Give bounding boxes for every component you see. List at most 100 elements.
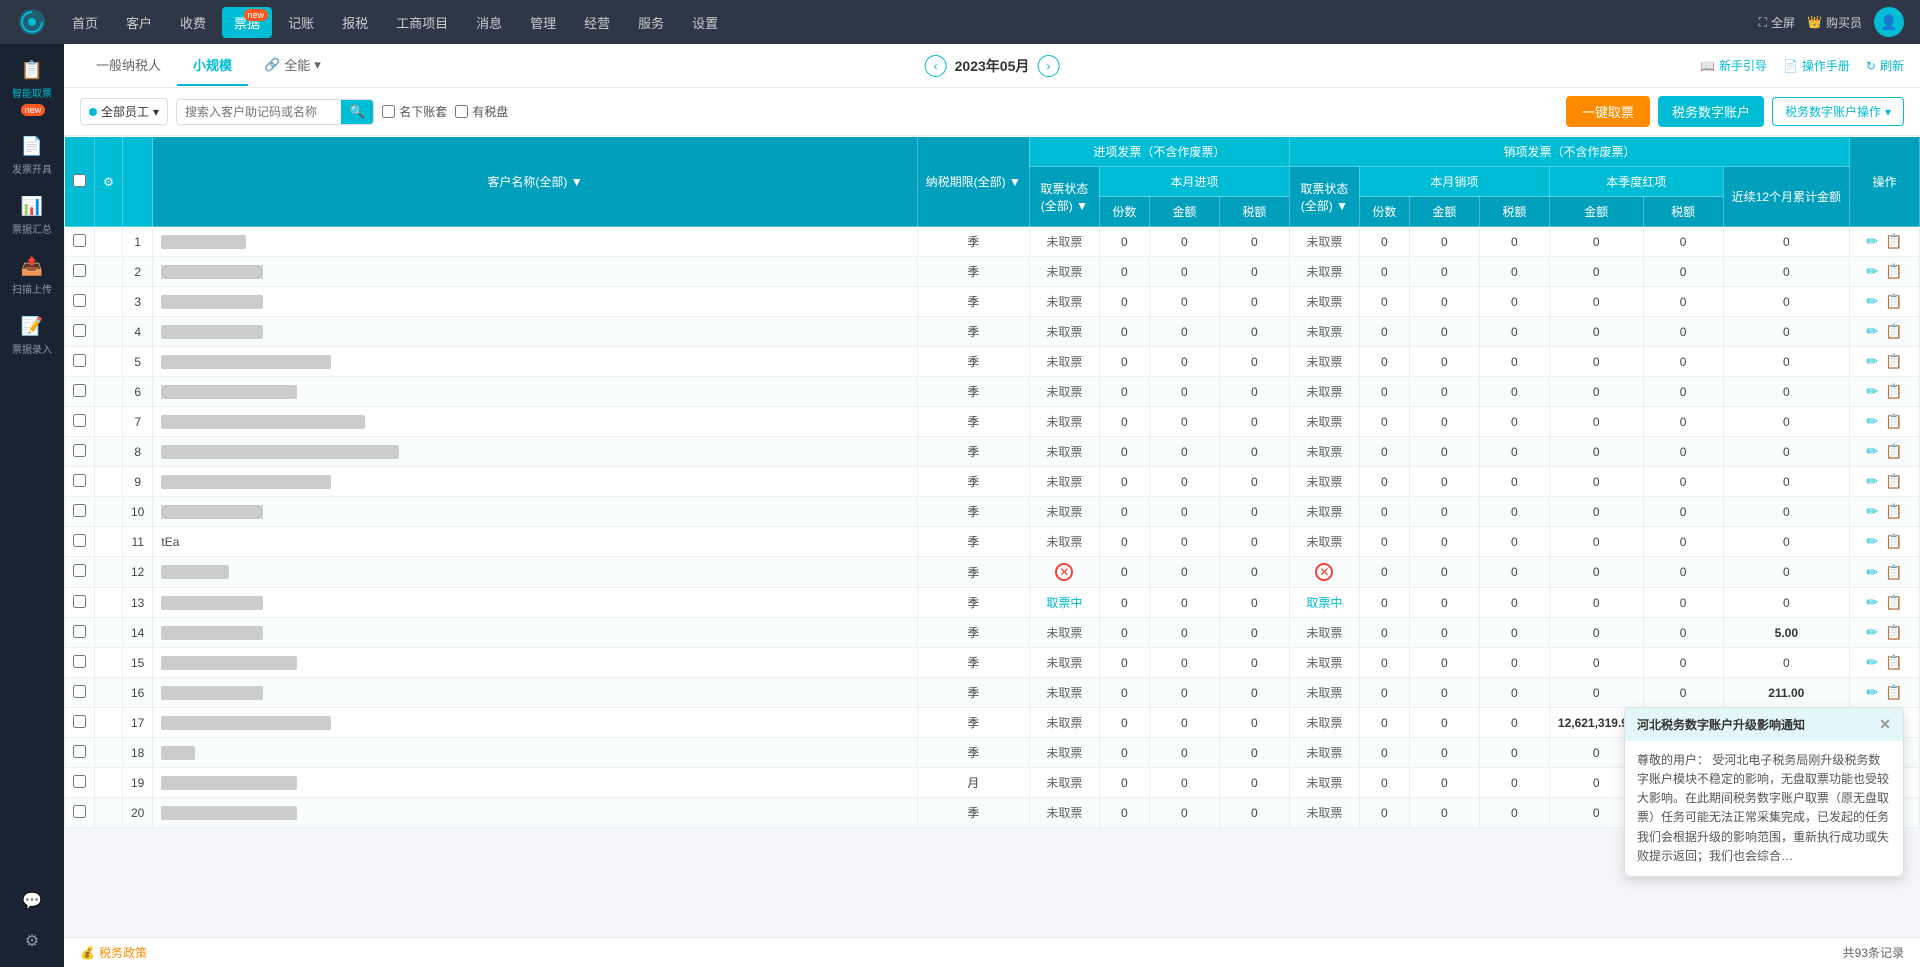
edit-btn[interactable]: ✏ <box>1864 321 1880 341</box>
edit-btn[interactable]: ✏ <box>1864 411 1880 431</box>
copy-btn[interactable]: 📋 <box>1883 652 1904 672</box>
edit-btn[interactable]: ✏ <box>1864 531 1880 551</box>
checkbox-my-accounts[interactable]: 名下账套 <box>382 103 447 120</box>
row-checkbox[interactable] <box>65 738 95 768</box>
tab-small-scale[interactable]: 小规模 <box>177 45 248 86</box>
row-checkbox[interactable] <box>65 287 95 317</box>
copy-btn[interactable]: 📋 <box>1883 501 1904 521</box>
select-all-checkbox[interactable] <box>73 174 86 187</box>
edit-btn[interactable]: ✏ <box>1864 351 1880 371</box>
sidebar-item-ticket-entry[interactable]: 📝 票据录入 <box>4 308 60 364</box>
nav-item-fee[interactable]: 收费 <box>168 7 218 38</box>
copy-btn[interactable]: 📋 <box>1883 562 1904 582</box>
copy-btn[interactable]: 📋 <box>1883 381 1904 401</box>
prev-month-btn[interactable]: ‹ <box>925 55 947 77</box>
tax-policy-link[interactable]: 💰 税务政策 <box>80 944 147 961</box>
red-amount-cell: 0 <box>1549 648 1643 678</box>
nav-item-accounting[interactable]: 记账 <box>276 7 326 38</box>
tax-digital-op-btn[interactable]: 税务数字账户操作 ▾ <box>1772 97 1904 126</box>
nav-item-message[interactable]: 消息 <box>464 7 514 38</box>
sidebar-item-gear[interactable]: ⚙ <box>4 923 60 959</box>
row-checkbox[interactable] <box>65 527 95 557</box>
sidebar-item-chat[interactable]: 💬 <box>4 883 60 919</box>
new-guide-link[interactable]: 📖 新手引导 <box>1700 57 1767 74</box>
edit-btn[interactable]: ✏ <box>1864 622 1880 642</box>
copy-btn[interactable]: 📋 <box>1883 351 1904 371</box>
edit-btn[interactable]: ✏ <box>1864 592 1880 612</box>
tax-period-cell: 月 <box>917 768 1029 798</box>
nav-item-ticket[interactable]: 票据 new <box>222 7 272 38</box>
row-checkbox[interactable] <box>65 557 95 588</box>
copy-btn[interactable]: 📋 <box>1883 471 1904 491</box>
fullscreen-btn[interactable]: ⛶ 全屏 <box>1759 14 1795 31</box>
sidebar-item-invoice-open[interactable]: 📄 发票开具 <box>4 128 60 184</box>
edit-btn[interactable]: ✏ <box>1864 381 1880 401</box>
row-checkbox[interactable] <box>65 497 95 527</box>
nav-item-home[interactable]: 首页 <box>60 7 110 38</box>
row-checkbox[interactable] <box>65 467 95 497</box>
row-checkbox[interactable] <box>65 798 95 828</box>
copy-btn[interactable]: 📋 <box>1883 441 1904 461</box>
copy-btn[interactable]: 📋 <box>1883 682 1904 702</box>
row-checkbox[interactable] <box>65 407 95 437</box>
row-checkbox[interactable] <box>65 678 95 708</box>
row-checkbox[interactable] <box>65 768 95 798</box>
next-month-btn[interactable]: › <box>1037 55 1059 77</box>
copy-btn[interactable]: 📋 <box>1883 261 1904 281</box>
row-checkbox[interactable] <box>65 317 95 347</box>
sidebar-item-scan-upload[interactable]: 📤 扫描上传 <box>4 248 60 304</box>
row-checkbox[interactable] <box>65 708 95 738</box>
row-checkbox[interactable] <box>65 618 95 648</box>
avatar[interactable]: 👤 <box>1874 7 1904 37</box>
not-taken-status: 未取票 <box>1046 686 1082 700</box>
copy-btn[interactable]: 📋 <box>1883 291 1904 311</box>
nav-item-settings[interactable]: 设置 <box>680 7 730 38</box>
in-amount-cell: 0 <box>1149 257 1219 287</box>
checkbox-has-tax-disk[interactable]: 有税盘 <box>455 103 508 120</box>
row-checkbox[interactable] <box>65 437 95 467</box>
edit-btn[interactable]: ✏ <box>1864 441 1880 461</box>
row-checkbox[interactable] <box>65 377 95 407</box>
edit-btn[interactable]: ✏ <box>1864 231 1880 251</box>
sidebar-item-smart-ticket[interactable]: 📋 智能取票 new <box>4 52 60 124</box>
edit-btn[interactable]: ✏ <box>1864 652 1880 672</box>
row-checkbox[interactable] <box>65 347 95 377</box>
nav-item-service[interactable]: 服务 <box>626 7 676 38</box>
table-row: 5 ████████████████████ 季 未取票 0 0 0 未取票 0… <box>65 347 1920 377</box>
sidebar-item-ticket-summary[interactable]: 📊 票据汇总 <box>4 188 60 244</box>
nav-item-tax[interactable]: 报税 <box>330 7 380 38</box>
nav-item-manage[interactable]: 管理 <box>518 7 568 38</box>
row-checkbox[interactable] <box>65 257 95 287</box>
edit-btn[interactable]: ✏ <box>1864 682 1880 702</box>
edit-btn[interactable]: ✏ <box>1864 261 1880 281</box>
search-button[interactable]: 🔍 <box>341 100 373 124</box>
copy-btn[interactable]: 📋 <box>1883 231 1904 251</box>
nav-item-ops[interactable]: 经营 <box>572 7 622 38</box>
copy-btn[interactable]: 📋 <box>1883 622 1904 642</box>
out-tax-cell: 0 <box>1479 618 1549 648</box>
employee-filter[interactable]: 全部员工 ▾ <box>80 98 168 125</box>
tax-digital-account-btn[interactable]: 税务数字账户 <box>1658 96 1764 127</box>
search-input[interactable] <box>177 100 337 124</box>
row-checkbox[interactable] <box>65 588 95 618</box>
edit-btn[interactable]: ✏ <box>1864 291 1880 311</box>
refresh-link[interactable]: ↻ 刷新 <box>1866 57 1904 74</box>
one-click-ticket-btn[interactable]: 一键取票 <box>1566 96 1650 127</box>
copy-btn[interactable]: 📋 <box>1883 411 1904 431</box>
row-icon <box>95 798 123 828</box>
edit-btn[interactable]: ✏ <box>1864 562 1880 582</box>
row-checkbox[interactable] <box>65 648 95 678</box>
tab-general-taxpayer[interactable]: 一般纳税人 <box>80 45 177 86</box>
copy-btn[interactable]: 📋 <box>1883 321 1904 341</box>
copy-btn[interactable]: 📋 <box>1883 592 1904 612</box>
copy-btn[interactable]: 📋 <box>1883 531 1904 551</box>
nav-item-client[interactable]: 客户 <box>114 7 164 38</box>
close-popup-btn[interactable]: ✕ <box>1879 716 1891 733</box>
tab-all[interactable]: 🔗 全能 ▾ <box>248 45 337 86</box>
nav-item-business[interactable]: 工商项目 <box>384 7 460 38</box>
edit-btn[interactable]: ✏ <box>1864 501 1880 521</box>
edit-btn[interactable]: ✏ <box>1864 471 1880 491</box>
manual-link[interactable]: 📄 操作手册 <box>1783 57 1850 74</box>
member-btn[interactable]: 👑 购买员 <box>1807 14 1862 31</box>
row-checkbox[interactable] <box>65 227 95 257</box>
